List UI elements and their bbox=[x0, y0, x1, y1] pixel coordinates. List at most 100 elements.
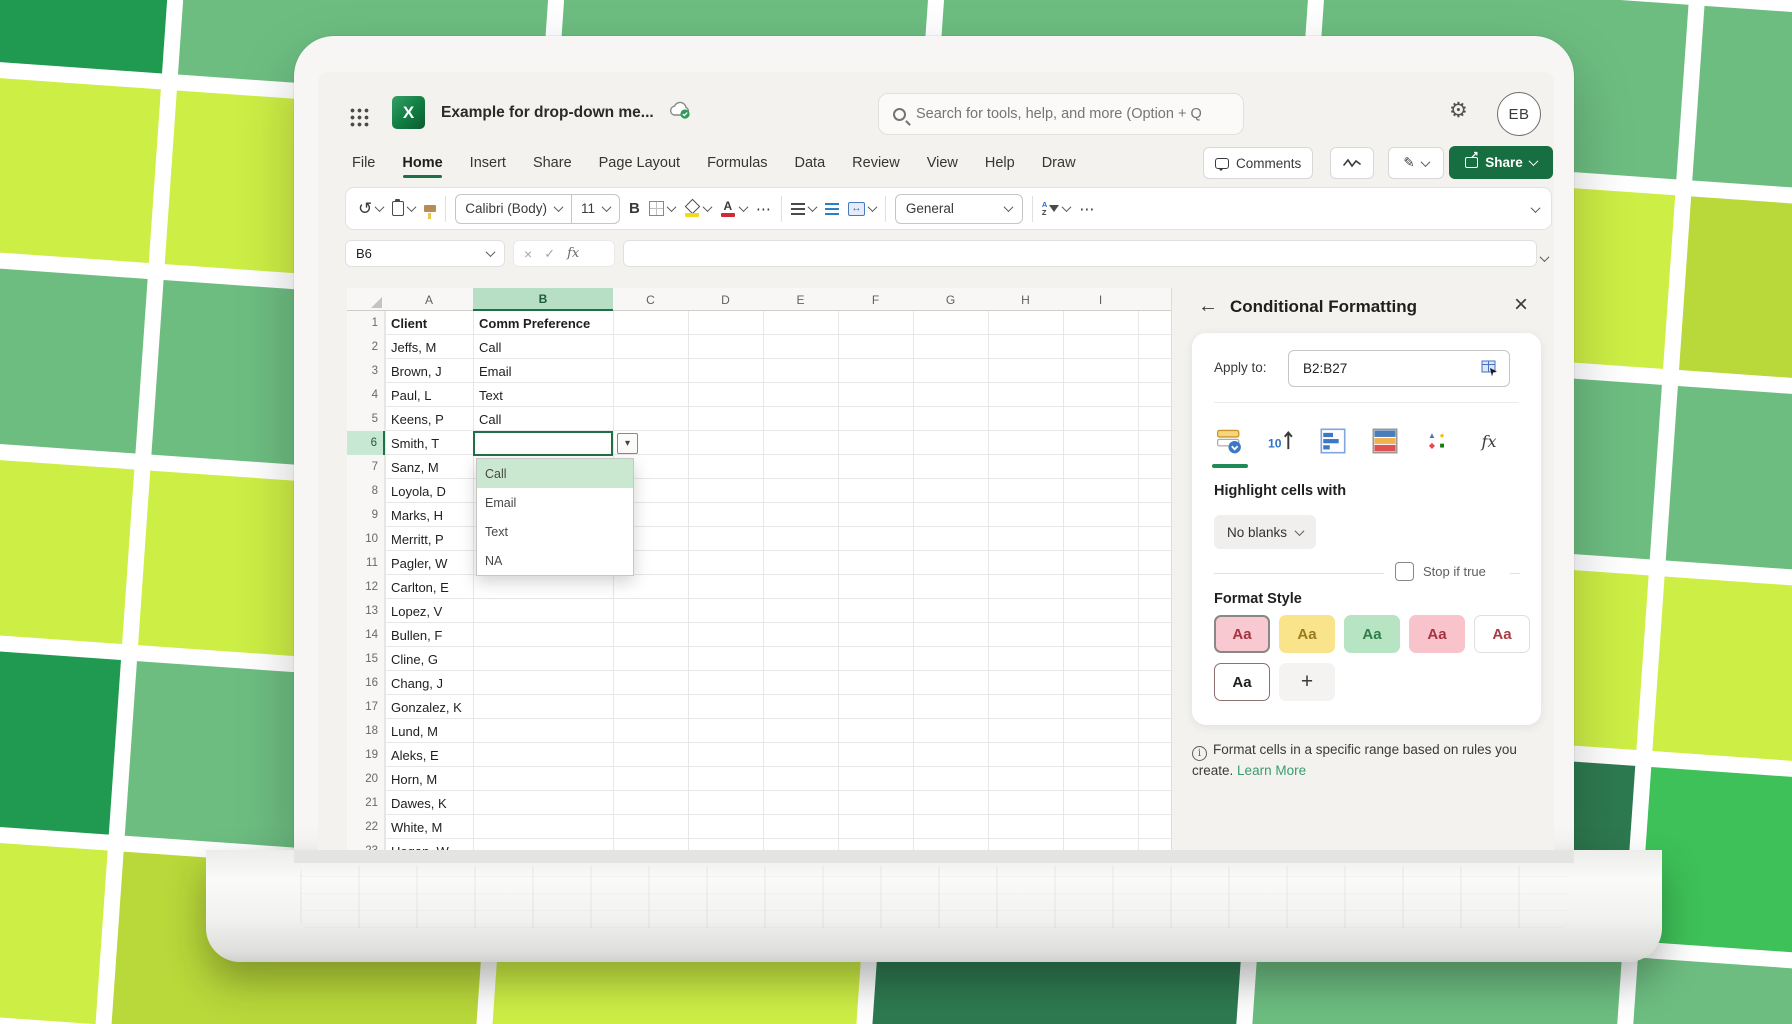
column-header-I[interactable]: I bbox=[1063, 288, 1138, 311]
column-header-B[interactable]: B bbox=[473, 288, 613, 311]
menu-item-help[interactable]: Help bbox=[985, 155, 1015, 171]
search-bar[interactable] bbox=[878, 93, 1244, 135]
cell-a21[interactable]: Dawes, K bbox=[391, 791, 447, 815]
column-header-E[interactable]: E bbox=[763, 288, 838, 311]
row-header-23[interactable]: 23 bbox=[347, 839, 385, 850]
paste-button[interactable] bbox=[392, 199, 417, 216]
menu-item-review[interactable]: Review bbox=[852, 155, 900, 171]
fill-color-button[interactable] bbox=[684, 201, 713, 217]
dropdown-option-na[interactable]: NA bbox=[477, 546, 633, 575]
row-header-11[interactable]: 11 bbox=[347, 551, 385, 575]
format-style-swatch-3[interactable]: Aa bbox=[1344, 615, 1400, 653]
dropdown-option-text[interactable]: Text bbox=[477, 517, 633, 546]
row-header-4[interactable]: 4 bbox=[347, 383, 385, 407]
row-header-9[interactable]: 9 bbox=[347, 503, 385, 527]
stop-if-true-checkbox[interactable] bbox=[1395, 562, 1414, 581]
row-header-5[interactable]: 5 bbox=[347, 407, 385, 431]
formula-bar-input[interactable] bbox=[623, 240, 1537, 267]
spreadsheet-grid[interactable]: ABCDEFGHI 1 2 3 4 5 6 7 8 9 10 11 12 13 14 15 16 17 18 19 2… bbox=[347, 288, 1172, 850]
bold-button[interactable]: B bbox=[629, 200, 640, 217]
row-header-1[interactable]: 1 bbox=[347, 311, 385, 335]
learn-more-link[interactable]: Learn More bbox=[1237, 763, 1306, 778]
row-header-20[interactable]: 20 bbox=[347, 767, 385, 791]
cell-a8[interactable]: Loyola, D bbox=[391, 479, 446, 503]
search-input[interactable] bbox=[916, 106, 1229, 122]
editing-mode-button[interactable]: ✎ bbox=[1388, 147, 1444, 179]
column-header-D[interactable]: D bbox=[688, 288, 763, 311]
more-font-options-button[interactable]: ⋯ bbox=[756, 200, 772, 218]
apply-to-input[interactable] bbox=[1303, 361, 1453, 376]
select-all-corner[interactable] bbox=[347, 288, 385, 311]
cell-b4[interactable]: Text bbox=[479, 383, 503, 407]
panel-back-icon[interactable]: ← bbox=[1198, 295, 1218, 318]
share-button[interactable]: Share bbox=[1449, 146, 1553, 179]
format-style-swatch-4[interactable]: Aa bbox=[1409, 615, 1465, 653]
cell-a1[interactable]: Client bbox=[391, 311, 427, 335]
comments-button[interactable]: Comments bbox=[1203, 147, 1314, 179]
panel-tab-color-scales[interactable] bbox=[1370, 426, 1400, 456]
menu-item-data[interactable]: Data bbox=[795, 155, 826, 171]
activity-button[interactable] bbox=[1330, 147, 1374, 179]
cell-a19[interactable]: Aleks, E bbox=[391, 743, 439, 767]
row-header-18[interactable]: 18 bbox=[347, 719, 385, 743]
row-header-16[interactable]: 16 bbox=[347, 671, 385, 695]
apply-to-field[interactable] bbox=[1288, 350, 1510, 387]
cell-b1[interactable]: Comm Preference bbox=[479, 311, 590, 335]
cell-a4[interactable]: Paul, L bbox=[391, 383, 431, 407]
cell-b3[interactable]: Email bbox=[479, 359, 512, 383]
borders-button[interactable] bbox=[648, 201, 677, 216]
merge-cells-button[interactable]: ↔ bbox=[847, 201, 878, 216]
cell-a10[interactable]: Merritt, P bbox=[391, 527, 444, 551]
condition-select[interactable]: No blanks bbox=[1214, 515, 1317, 549]
panel-tab-icon-sets[interactable]: ▲ ● ◆ ■ bbox=[1422, 426, 1452, 456]
row-header-14[interactable]: 14 bbox=[347, 623, 385, 647]
cell-a22[interactable]: White, M bbox=[391, 815, 442, 839]
cell-a12[interactable]: Carlton, E bbox=[391, 575, 449, 599]
ribbon-collapse-button[interactable] bbox=[1530, 200, 1541, 218]
row-header-10[interactable]: 10 bbox=[347, 527, 385, 551]
format-style-swatch-5[interactable]: Aa bbox=[1474, 615, 1530, 653]
app-launcher-waffle-icon[interactable] bbox=[349, 107, 369, 127]
panel-tab-formula[interactable]: fx bbox=[1474, 426, 1504, 456]
cell-a7[interactable]: Sanz, M bbox=[391, 455, 439, 479]
column-header-G[interactable]: G bbox=[913, 288, 988, 311]
menu-item-draw[interactable]: Draw bbox=[1042, 155, 1076, 171]
confirm-entry-icon[interactable]: ✓ bbox=[544, 246, 555, 262]
cell-a9[interactable]: Marks, H bbox=[391, 503, 443, 527]
font-name-select[interactable]: Calibri (Body) bbox=[456, 201, 571, 216]
cell-a3[interactable]: Brown, J bbox=[391, 359, 442, 383]
range-picker-icon[interactable] bbox=[1481, 360, 1499, 378]
format-style-swatch-2[interactable]: Aa bbox=[1279, 615, 1335, 653]
row-header-6[interactable]: 6 bbox=[347, 431, 385, 455]
format-painter-button[interactable] bbox=[424, 205, 437, 219]
sort-filter-button[interactable]: AZ bbox=[1042, 201, 1072, 216]
excel-icon[interactable]: X bbox=[392, 96, 425, 129]
column-header-A[interactable]: A bbox=[385, 288, 473, 311]
menu-item-file[interactable]: File bbox=[352, 155, 375, 171]
panel-close-icon[interactable]: × bbox=[1514, 291, 1528, 319]
cell-a2[interactable]: Jeffs, M bbox=[391, 335, 436, 359]
row-header-17[interactable]: 17 bbox=[347, 695, 385, 719]
row-header-22[interactable]: 22 bbox=[347, 815, 385, 839]
menu-item-insert[interactable]: Insert bbox=[470, 155, 506, 171]
menu-item-page-layout[interactable]: Page Layout bbox=[599, 155, 680, 171]
row-header-7[interactable]: 7 bbox=[347, 455, 385, 479]
cell-dropdown-arrow-button[interactable]: ▾ bbox=[617, 433, 638, 454]
settings-gear-icon[interactable]: ⚙ bbox=[1449, 98, 1468, 123]
row-header-3[interactable]: 3 bbox=[347, 359, 385, 383]
menu-item-home[interactable]: Home bbox=[402, 155, 443, 178]
dropdown-option-email[interactable]: Email bbox=[477, 488, 633, 517]
undo-button[interactable]: ↺ bbox=[358, 199, 385, 219]
panel-tab-highlight-cells[interactable] bbox=[1214, 426, 1244, 456]
font-color-button[interactable]: A bbox=[720, 200, 749, 217]
column-header-H[interactable]: H bbox=[988, 288, 1063, 311]
panel-tab-top-bottom[interactable]: 10 bbox=[1266, 426, 1296, 456]
cell-b2[interactable]: Call bbox=[479, 335, 501, 359]
more-toolbar-options-button[interactable]: ⋯ bbox=[1079, 200, 1095, 218]
format-style-swatch-1[interactable]: Aa bbox=[1214, 615, 1270, 653]
row-header-13[interactable]: 13 bbox=[347, 599, 385, 623]
cell-a18[interactable]: Lund, M bbox=[391, 719, 438, 743]
column-header-F[interactable]: F bbox=[838, 288, 913, 311]
add-format-style-button[interactable]: + bbox=[1279, 663, 1335, 701]
cell-b5[interactable]: Call bbox=[479, 407, 501, 431]
